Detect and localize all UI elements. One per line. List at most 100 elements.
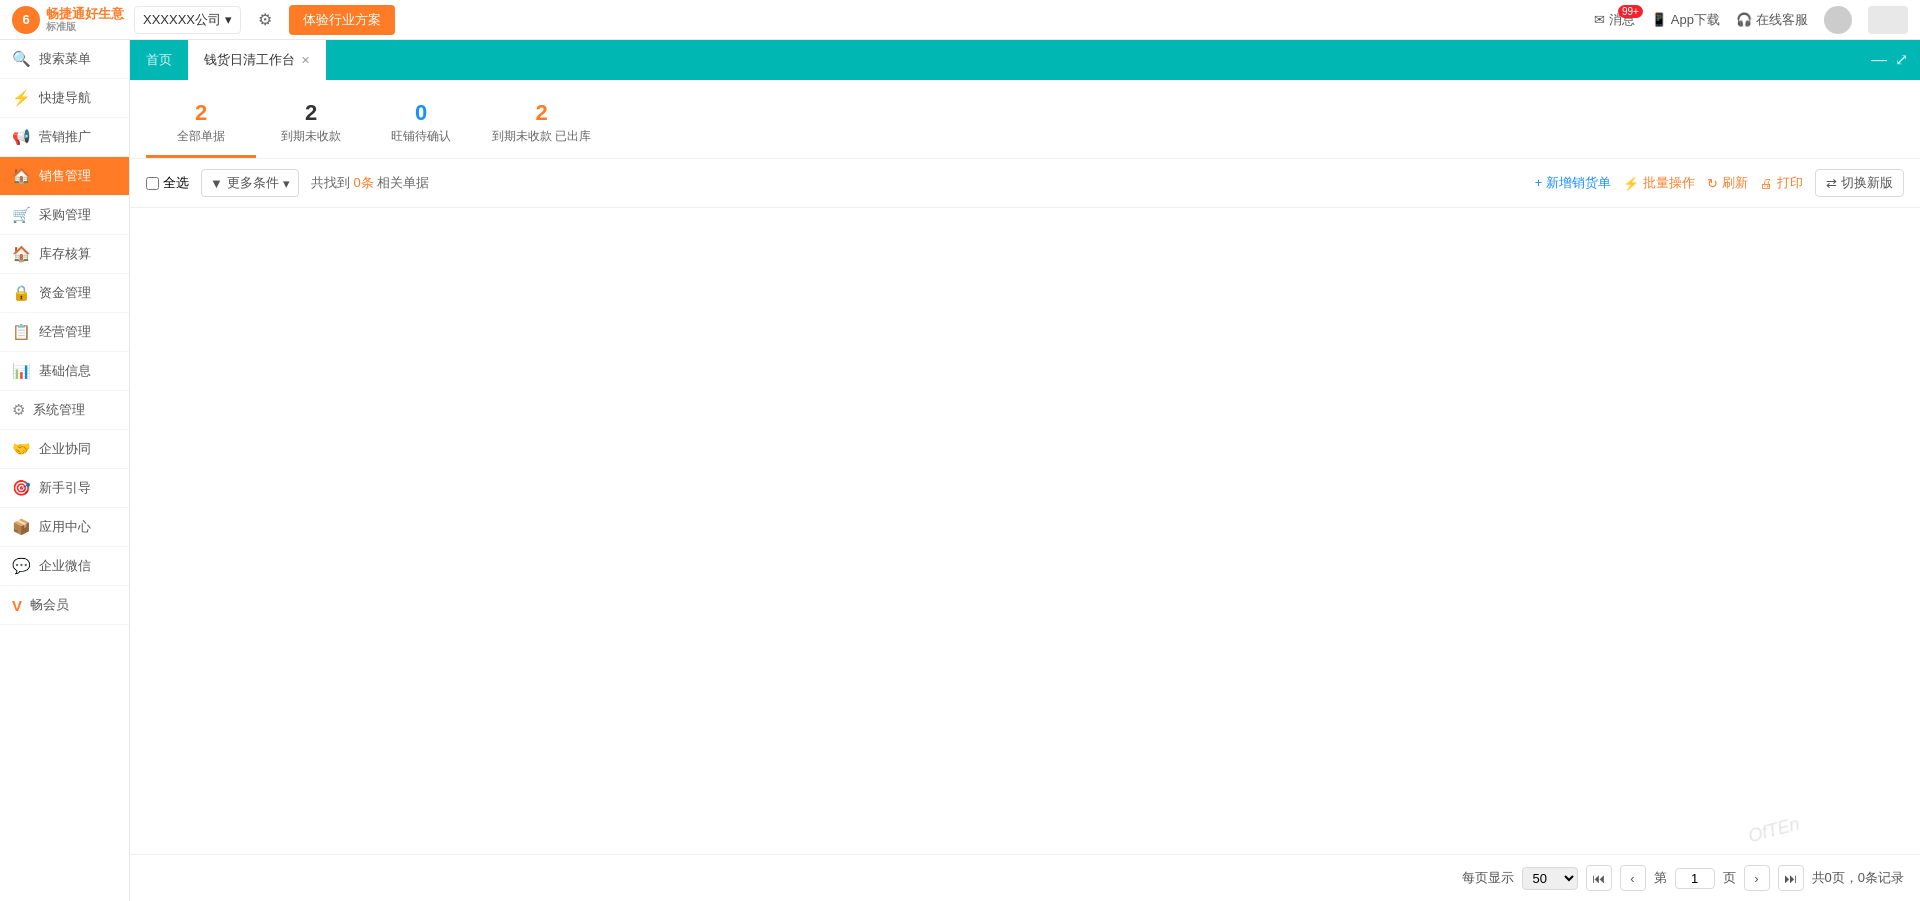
first-page-button[interactable]: ⏮ <box>1586 865 1612 891</box>
sidebar-item-marketing[interactable]: 📢 营销推广 <box>0 118 129 157</box>
tab-minimize-icon[interactable]: — <box>1871 52 1887 68</box>
app-center-icon: 📦 <box>12 518 31 536</box>
switch-icon: ⇄ <box>1826 176 1837 191</box>
refresh-label: 刷新 <box>1722 174 1748 192</box>
sidebar-item-search[interactable]: 🔍 搜索菜单 <box>0 40 129 79</box>
header-left: 6 畅捷通好生意 标准版 XXXXXX公司 ▾ ⚙ 体验行业方案 <box>12 5 395 35</box>
total-info: 共0页，0条记录 <box>1812 869 1904 887</box>
inventory-icon: 🏠 <box>12 245 31 263</box>
sidebar-label-operations: 经营管理 <box>39 323 91 341</box>
print-label: 打印 <box>1777 174 1803 192</box>
tab-workbench[interactable]: 钱货日清工作台 ✕ <box>188 40 326 80</box>
tab-home-label: 首页 <box>146 51 172 69</box>
result-count: 0条 <box>354 175 374 190</box>
enterprise-icon: 🤝 <box>12 440 31 458</box>
sidebar-item-quick-nav[interactable]: ⚡ 快捷导航 <box>0 79 129 118</box>
operations-icon: 📋 <box>12 323 31 341</box>
page-size-label: 每页显示 <box>1462 869 1514 887</box>
toolbar-left: 全选 ▼ 更多条件 ▾ 共找到 0条 相关单据 <box>146 169 1523 197</box>
filter-button[interactable]: ▼ 更多条件 ▾ <box>201 169 299 197</box>
refresh-icon: ↻ <box>1707 176 1718 191</box>
sidebar-label-basic-info: 基础信息 <box>39 362 91 380</box>
result-text: 共找到 0条 相关单据 <box>311 174 429 192</box>
page-input[interactable] <box>1675 868 1715 889</box>
print-button[interactable]: 🖨 打印 <box>1760 174 1803 192</box>
last-page-button[interactable]: ⏭ <box>1778 865 1804 891</box>
sidebar-item-wechat[interactable]: 💬 企业微信 <box>0 547 129 586</box>
switch-button[interactable]: ⇄ 切换新版 <box>1815 169 1904 197</box>
app-download-button[interactable]: 📱 App下载 <box>1651 11 1720 29</box>
finance-icon: 🔒 <box>12 284 31 302</box>
online-service-button[interactable]: 🎧 在线客服 <box>1736 11 1808 29</box>
sidebar-label-sales: 销售管理 <box>39 167 91 185</box>
select-all-checkbox[interactable]: 全选 <box>146 174 189 192</box>
stat-tab-all[interactable]: 2 全部单据 <box>146 92 256 158</box>
right-panel: 首页 钱货日清工作台 ✕ — ⤢ 2 全部单据 2 到期未收款 <box>130 40 1920 901</box>
experience-button[interactable]: 体验行业方案 <box>289 5 395 35</box>
stats-bar: 2 全部单据 2 到期未收款 0 旺铺待确认 2 到期未收款 已出库 <box>130 80 1920 158</box>
print-icon: 🖨 <box>1760 176 1773 191</box>
tab-bar-actions: — ⤢ <box>1871 52 1920 68</box>
sidebar-label-member: 畅会员 <box>30 596 69 614</box>
sidebar-item-guide[interactable]: 🎯 新手引导 <box>0 469 129 508</box>
app-version: 标准版 <box>46 21 124 33</box>
logo-text: 畅捷通好生意 标准版 <box>46 6 124 34</box>
toolbar-right: + 新增销货单 ⚡ 批量操作 ↻ 刷新 🖨 打印 ⇄ <box>1535 169 1904 197</box>
stat-label-pending: 旺铺待确认 <box>391 128 451 145</box>
toolbar: 全选 ▼ 更多条件 ▾ 共找到 0条 相关单据 + 新增销货单 <box>130 158 1920 208</box>
sidebar-label-inventory: 库存核算 <box>39 245 91 263</box>
sales-icon: 🏠 <box>12 167 31 185</box>
sidebar-item-member[interactable]: V 畅会员 <box>0 586 129 625</box>
user-info[interactable] <box>1868 6 1908 34</box>
stat-label-overdue: 到期未收款 <box>281 128 341 145</box>
sidebar-label-wechat: 企业微信 <box>39 557 91 575</box>
batch-button[interactable]: ⚡ 批量操作 <box>1623 174 1695 192</box>
sidebar-item-system[interactable]: ⚙ 系统管理 <box>0 391 129 430</box>
logo-icon: 6 <box>12 6 40 34</box>
filter-icon: ▼ <box>210 176 223 191</box>
system-icon: ⚙ <box>12 401 25 419</box>
stat-number-out: 2 <box>536 100 548 126</box>
tab-close-icon[interactable]: ✕ <box>301 54 310 67</box>
sidebar-item-finance[interactable]: 🔒 资金管理 <box>0 274 129 313</box>
sidebar-item-purchase[interactable]: 🛒 采购管理 <box>0 196 129 235</box>
tab-maximize-icon[interactable]: ⤢ <box>1895 52 1908 68</box>
sidebar-label-marketing: 营销推广 <box>39 128 91 146</box>
select-all-input[interactable] <box>146 177 159 190</box>
result-suffix: 相关单据 <box>377 175 429 190</box>
guide-icon: 🎯 <box>12 479 31 497</box>
chevron-down-icon: ▾ <box>225 12 232 27</box>
prev-page-button[interactable]: ‹ <box>1620 865 1646 891</box>
app-download-label: App下载 <box>1671 11 1720 29</box>
sidebar-item-basic-info[interactable]: 📊 基础信息 <box>0 352 129 391</box>
refresh-button[interactable]: ↻ 刷新 <box>1707 174 1748 192</box>
sidebar-item-inventory[interactable]: 🏠 库存核算 <box>0 235 129 274</box>
page-label: 第 <box>1654 869 1667 887</box>
sidebar-label-quick-nav: 快捷导航 <box>39 89 91 107</box>
add-button[interactable]: + 新增销货单 <box>1535 174 1611 192</box>
main-layout: 🔍 搜索菜单 ⚡ 快捷导航 📢 营销推广 🏠 销售管理 🛒 采购管理 🏠 库存核… <box>0 40 1920 901</box>
sidebar-item-operations[interactable]: 📋 经营管理 <box>0 313 129 352</box>
company-selector[interactable]: XXXXXX公司 ▾ <box>134 6 241 34</box>
stat-tab-out[interactable]: 2 到期未收款 已出库 <box>476 92 607 158</box>
purchase-icon: 🛒 <box>12 206 31 224</box>
wechat-icon: 💬 <box>12 557 31 575</box>
stat-tab-pending[interactable]: 0 旺铺待确认 <box>366 92 476 158</box>
stat-tab-overdue[interactable]: 2 到期未收款 <box>256 92 366 158</box>
sidebar-label-finance: 资金管理 <box>39 284 91 302</box>
page-size-select[interactable]: 50 10 20 100 <box>1522 867 1578 890</box>
stat-number-all: 2 <box>195 100 207 126</box>
settings-button[interactable]: ⚙ <box>251 6 279 34</box>
tab-home[interactable]: 首页 <box>130 40 188 80</box>
filter-label: 更多条件 <box>227 174 279 192</box>
stat-number-pending: 0 <box>415 100 427 126</box>
next-page-button[interactable]: › <box>1744 865 1770 891</box>
sidebar-label-enterprise: 企业协同 <box>39 440 91 458</box>
app-download-icon: 📱 <box>1651 12 1667 27</box>
sidebar-item-app-center[interactable]: 📦 应用中心 <box>0 508 129 547</box>
sidebar-item-enterprise[interactable]: 🤝 企业协同 <box>0 430 129 469</box>
message-button[interactable]: ✉ 消息 99+ <box>1594 11 1635 29</box>
sidebar-item-sales[interactable]: 🏠 销售管理 <box>0 157 129 196</box>
stat-number-overdue: 2 <box>305 100 317 126</box>
avatar[interactable] <box>1824 6 1852 34</box>
